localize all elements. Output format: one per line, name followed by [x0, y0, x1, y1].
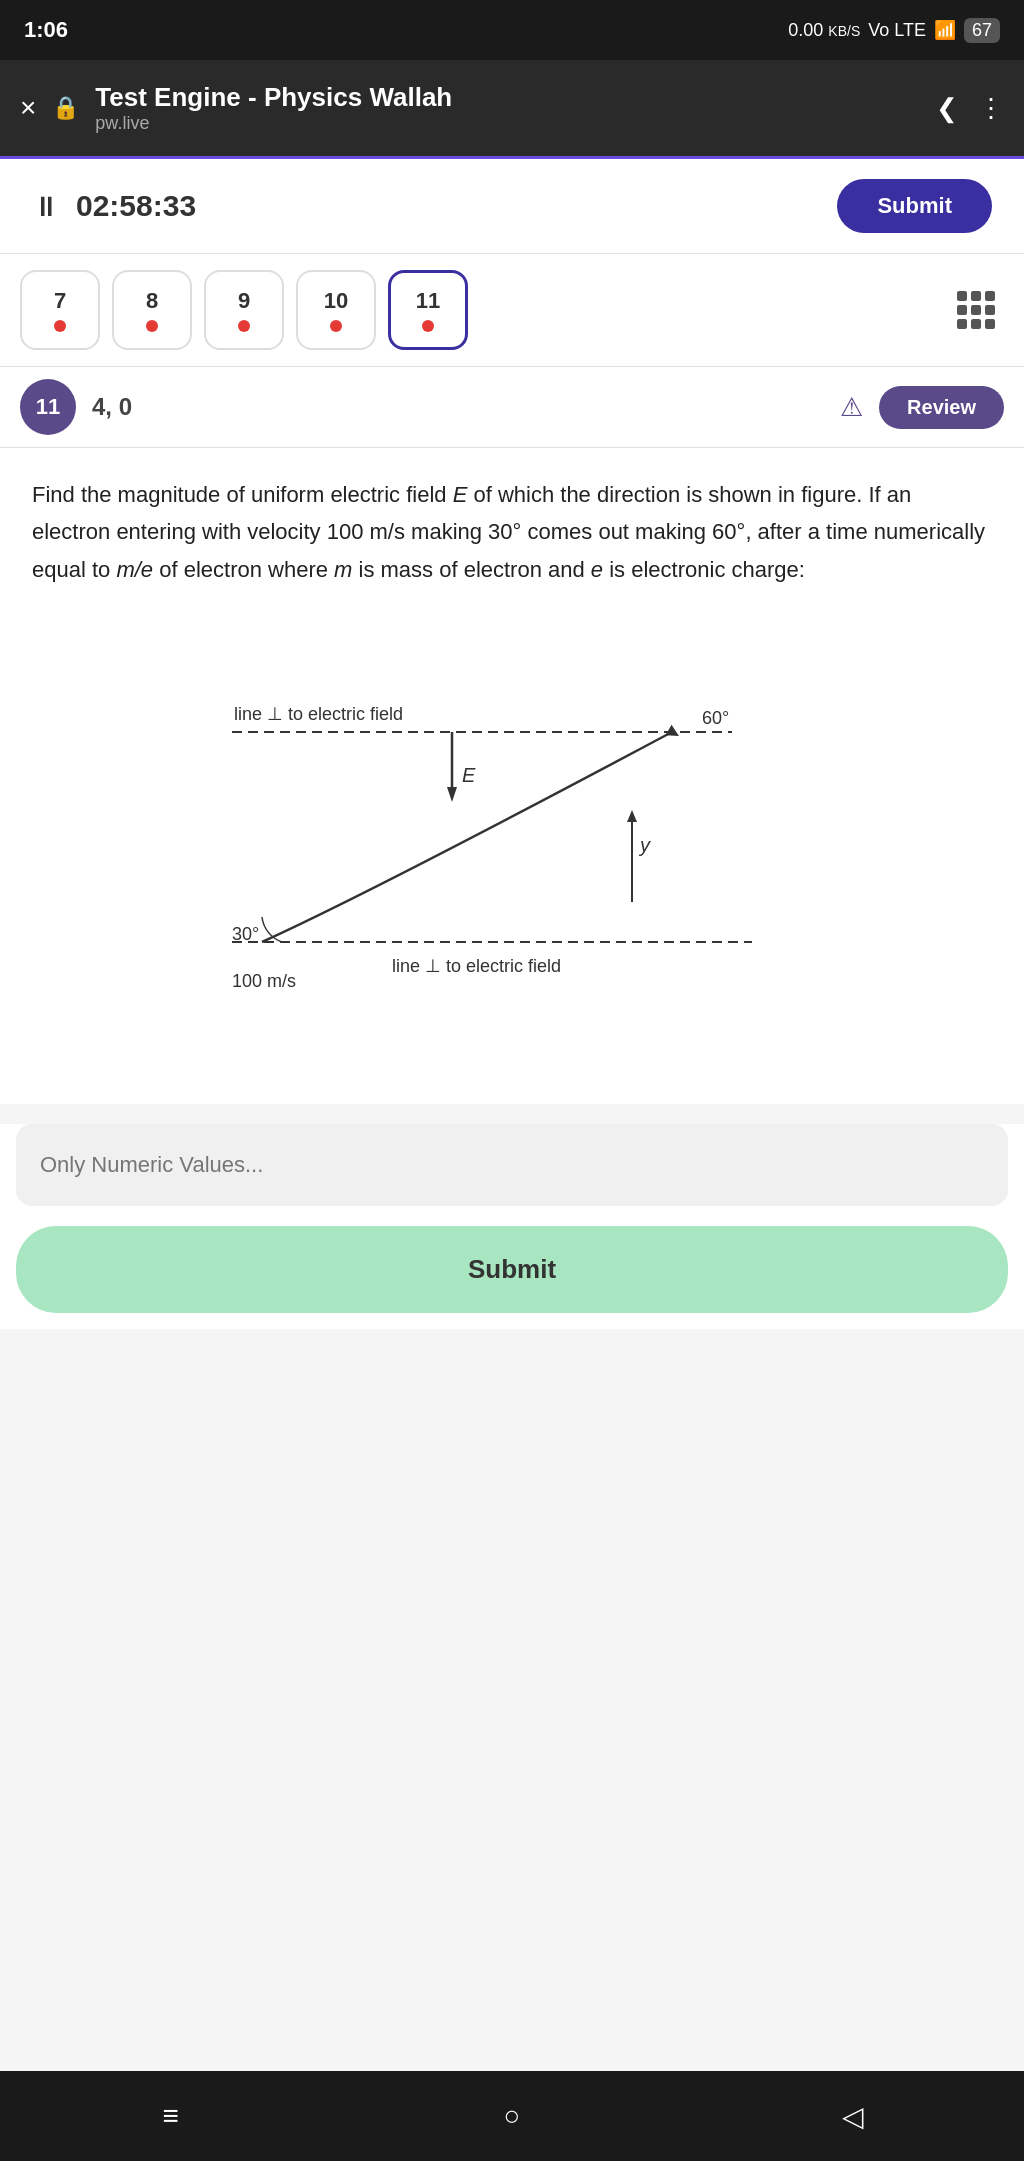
timer-display: 02:58:33 — [76, 189, 196, 223]
svg-marker-6 — [666, 725, 682, 741]
question-grid-button[interactable] — [948, 282, 1004, 338]
diagram-area: line ⊥ to electric field 60° E line ⊥ to… — [32, 612, 992, 1052]
svg-text:100 m/s: 100 m/s — [232, 971, 296, 991]
status-right: 0.00 KB/S Vo LTE 📶 67 — [788, 18, 1000, 43]
network-type: Vo LTE — [868, 20, 926, 41]
numeric-input-container[interactable] — [16, 1124, 1008, 1206]
q-nav-label-11: 11 — [416, 288, 440, 314]
physics-diagram: line ⊥ to electric field 60° E line ⊥ to… — [172, 612, 852, 1052]
battery-indicator: 67 — [964, 18, 1000, 43]
question-content: Find the magnitude of uniform electric f… — [0, 448, 1024, 1104]
question-nav-7[interactable]: 7 — [20, 270, 100, 350]
q-nav-dot-10 — [330, 320, 342, 332]
svg-text:y: y — [638, 834, 651, 856]
q-nav-label-9: 9 — [238, 288, 250, 314]
menu-icon: ≡ — [162, 2100, 178, 2132]
network-speed: 0.00 KB/S — [788, 20, 860, 41]
nav-back-button[interactable]: ◁ — [813, 2086, 893, 2146]
app-title: Test Engine - Physics Wallah — [95, 82, 920, 113]
svg-text:line ⊥ to electric field: line ⊥ to electric field — [234, 704, 403, 724]
submit-bottom-button[interactable]: Submit — [16, 1226, 1008, 1313]
question-nav-9[interactable]: 9 — [204, 270, 284, 350]
svg-marker-12 — [627, 810, 637, 822]
q-nav-label-8: 8 — [146, 288, 158, 314]
nav-menu-button[interactable]: ≡ — [131, 2086, 211, 2146]
app-subtitle: pw.live — [95, 113, 920, 134]
home-icon: ○ — [504, 2100, 521, 2132]
status-time: 1:06 — [24, 17, 68, 43]
q-nav-dot-11 — [422, 320, 434, 332]
more-options-button[interactable]: ⋮ — [978, 93, 1004, 124]
app-bar-title-section: Test Engine - Physics Wallah pw.live — [95, 82, 920, 134]
grid-icon — [957, 291, 995, 329]
question-score: 4, 0 — [92, 393, 824, 421]
timer-controls: ⏸ 02:58:33 — [32, 189, 196, 223]
svg-text:30°: 30° — [232, 924, 259, 944]
back-icon: ◁ — [842, 2100, 864, 2133]
nav-home-button[interactable]: ○ — [472, 2086, 552, 2146]
lock-icon: 🔒 — [52, 95, 79, 121]
svg-text:line ⊥ to electric field: line ⊥ to electric field — [392, 956, 561, 976]
warning-icon[interactable]: ⚠ — [840, 392, 863, 423]
svg-text:60°: 60° — [702, 708, 729, 728]
bottom-navigation: ≡ ○ ◁ — [0, 2071, 1024, 2161]
app-bar-actions: ❮ ⋮ — [936, 93, 1004, 124]
question-text: Find the magnitude of uniform electric f… — [32, 476, 992, 588]
q-nav-dot-9 — [238, 320, 250, 332]
current-question-number: 11 — [20, 379, 76, 435]
q-nav-dot-7 — [54, 320, 66, 332]
timer-row: ⏸ 02:58:33 Submit — [0, 159, 1024, 254]
question-nav-10[interactable]: 10 — [296, 270, 376, 350]
review-button[interactable]: Review — [879, 386, 1004, 429]
content-spacer — [0, 1329, 1024, 1629]
app-bar: × 🔒 Test Engine - Physics Wallah pw.live… — [0, 60, 1024, 156]
close-button[interactable]: × — [20, 92, 36, 124]
question-navigation: 7 8 9 10 11 — [0, 254, 1024, 367]
signal-bars: 📶 — [934, 19, 956, 41]
q-nav-label-7: 7 — [54, 288, 66, 314]
question-status-row: 11 4, 0 ⚠ Review — [0, 367, 1024, 448]
input-section: Submit — [0, 1124, 1024, 1329]
question-nav-11[interactable]: 11 — [388, 270, 468, 350]
q-nav-dot-8 — [146, 320, 158, 332]
q-nav-label-10: 10 — [324, 288, 348, 314]
svg-text:E: E — [462, 764, 476, 786]
submit-header-button[interactable]: Submit — [837, 179, 992, 233]
status-bar: 1:06 0.00 KB/S Vo LTE 📶 67 — [0, 0, 1024, 60]
share-button[interactable]: ❮ — [936, 93, 958, 124]
question-nav-8[interactable]: 8 — [112, 270, 192, 350]
svg-marker-4 — [447, 787, 457, 802]
numeric-answer-input[interactable] — [40, 1152, 984, 1178]
pause-button[interactable]: ⏸ — [32, 190, 60, 223]
